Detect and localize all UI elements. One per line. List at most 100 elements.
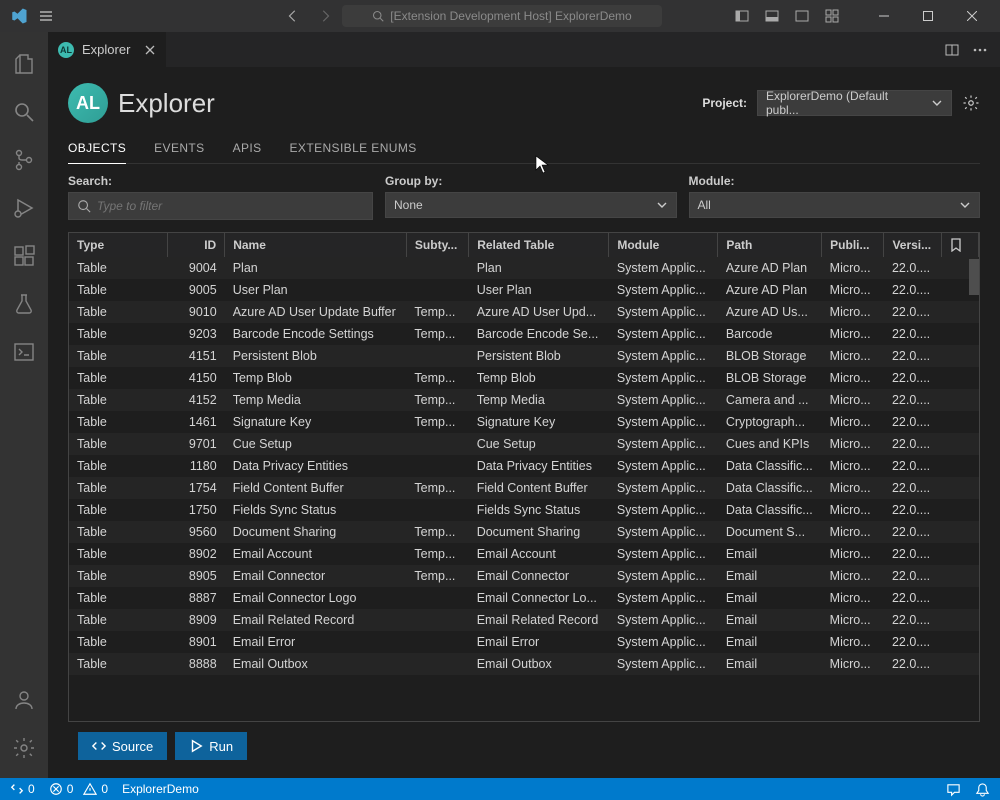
feedback-icon[interactable]: [946, 782, 961, 797]
project-settings-icon[interactable]: [962, 94, 980, 112]
table-row[interactable]: Table1754Field Content BufferTemp...Fiel…: [69, 477, 979, 499]
search-box[interactable]: [68, 192, 373, 220]
status-project[interactable]: ExplorerDemo: [122, 782, 199, 796]
table-row[interactable]: Table1750Fields Sync StatusFields Sync S…: [69, 499, 979, 521]
code-icon: [92, 739, 106, 753]
chevron-down-icon: [656, 199, 668, 211]
module-value: All: [698, 198, 711, 212]
table-row[interactable]: Table1180Data Privacy EntitiesData Priva…: [69, 455, 979, 477]
run-button[interactable]: Run: [175, 732, 247, 760]
titlebar: [Extension Development Host] ExplorerDem…: [0, 0, 1000, 32]
split-editor-icon[interactable]: [944, 42, 960, 58]
table-row[interactable]: Table9701Cue SetupCue SetupSystem Applic…: [69, 433, 979, 455]
remote-indicator[interactable]: 0: [10, 782, 35, 796]
titlebar-search-text: [Extension Development Host] ExplorerDem…: [390, 9, 631, 23]
col-publisher[interactable]: Publi...: [822, 233, 884, 257]
groupby-dropdown[interactable]: None: [385, 192, 677, 218]
project-dropdown[interactable]: ExplorerDemo (Default publ...: [757, 90, 952, 116]
tab-enums[interactable]: EXTENSIBLE ENUMS: [290, 141, 417, 163]
accounts-icon[interactable]: [0, 676, 48, 724]
al-badge-small-icon: AL: [58, 42, 74, 58]
vscode-logo-icon: [10, 7, 28, 25]
project-label: Project:: [702, 96, 747, 110]
col-version[interactable]: Versi...: [884, 233, 941, 257]
module-dropdown[interactable]: All: [689, 192, 981, 218]
notifications-icon[interactable]: [975, 782, 990, 797]
close-tab-icon[interactable]: [144, 44, 156, 56]
table-row[interactable]: Table8901Email ErrorEmail ErrorSystem Ap…: [69, 631, 979, 653]
table-row[interactable]: Table1461Signature KeyTemp...Signature K…: [69, 411, 979, 433]
search-field-icon: [77, 199, 91, 213]
terminal-icon[interactable]: [0, 328, 48, 376]
run-button-label: Run: [209, 739, 233, 754]
layout-panel-icon[interactable]: [764, 8, 780, 24]
more-actions-icon[interactable]: [972, 42, 988, 58]
table-row[interactable]: Table4152Temp MediaTemp...Temp MediaSyst…: [69, 389, 979, 411]
table-row[interactable]: Table9203Barcode Encode SettingsTemp...B…: [69, 323, 979, 345]
nav-forward-icon[interactable]: [318, 9, 332, 23]
table-row[interactable]: Table4151Persistent BlobPersistent BlobS…: [69, 345, 979, 367]
tab-objects[interactable]: OBJECTS: [68, 141, 126, 164]
nav-back-icon[interactable]: [286, 9, 300, 23]
titlebar-search[interactable]: [Extension Development Host] ExplorerDem…: [342, 5, 662, 27]
groupby-label: Group by:: [385, 174, 677, 188]
col-module[interactable]: Module: [609, 233, 718, 257]
extensions-icon[interactable]: [0, 232, 48, 280]
layout-sidebar-right-icon[interactable]: [794, 8, 810, 24]
problems-indicator[interactable]: 0 0: [49, 782, 108, 796]
activity-bar: [0, 32, 48, 778]
col-name[interactable]: Name: [225, 233, 407, 257]
source-control-icon[interactable]: [0, 136, 48, 184]
tab-events[interactable]: EVENTS: [154, 141, 204, 163]
page-title: Explorer: [118, 88, 215, 119]
tab-apis[interactable]: APIS: [233, 141, 262, 163]
layout-sidebar-left-icon[interactable]: [734, 8, 750, 24]
layout-customize-icon[interactable]: [824, 8, 840, 24]
menu-icon[interactable]: [38, 8, 54, 24]
tab-label: Explorer: [82, 42, 130, 57]
table-scrollbar[interactable]: [969, 233, 979, 721]
play-icon: [189, 739, 203, 753]
table-row[interactable]: Table9004PlanPlanSystem Applic...Azure A…: [69, 257, 979, 279]
window-minimize-button[interactable]: [862, 0, 906, 32]
table-row[interactable]: Table8902Email AccountTemp...Email Accou…: [69, 543, 979, 565]
chevron-down-icon: [931, 97, 943, 109]
col-type[interactable]: Type: [69, 233, 168, 257]
table-row[interactable]: Table8887Email Connector LogoEmail Conne…: [69, 587, 979, 609]
testing-icon[interactable]: [0, 280, 48, 328]
col-id[interactable]: ID: [168, 233, 225, 257]
source-button-label: Source: [112, 739, 153, 754]
nav-arrows: [286, 9, 332, 23]
search-activity-icon[interactable]: [0, 88, 48, 136]
module-label: Module:: [689, 174, 981, 188]
editor-tabbar: AL Explorer: [48, 32, 1000, 67]
source-button[interactable]: Source: [78, 732, 167, 760]
window-close-button[interactable]: [950, 0, 994, 32]
col-path[interactable]: Path: [718, 233, 822, 257]
statusbar: 0 0 0 ExplorerDemo: [0, 778, 1000, 800]
search-input[interactable]: [97, 199, 364, 213]
settings-icon[interactable]: [0, 724, 48, 772]
explorer-icon[interactable]: [0, 40, 48, 88]
col-subtype[interactable]: Subty...: [406, 233, 468, 257]
run-debug-icon[interactable]: [0, 184, 48, 232]
table-row[interactable]: Table8888Email OutboxEmail OutboxSystem …: [69, 653, 979, 675]
search-icon: [372, 10, 384, 22]
window-maximize-button[interactable]: [906, 0, 950, 32]
table-row[interactable]: Table9560Document SharingTemp...Document…: [69, 521, 979, 543]
content-tabs: OBJECTS EVENTS APIS EXTENSIBLE ENUMS: [68, 141, 980, 164]
scrollbar-thumb[interactable]: [969, 259, 979, 295]
table-row[interactable]: Table8905Email ConnectorTemp...Email Con…: [69, 565, 979, 587]
table-row[interactable]: Table9005User PlanUser PlanSystem Applic…: [69, 279, 979, 301]
table-row[interactable]: Table4150Temp BlobTemp...Temp BlobSystem…: [69, 367, 979, 389]
al-badge-large-icon: AL: [68, 83, 108, 123]
table-row[interactable]: Table9010Azure AD User Update BufferTemp…: [69, 301, 979, 323]
content-area: AL Explorer Project: ExplorerDemo (Defau…: [48, 67, 1000, 778]
table-header-row: Type ID Name Subty... Related Table Modu…: [69, 233, 979, 257]
groupby-value: None: [394, 198, 423, 212]
col-related[interactable]: Related Table: [469, 233, 609, 257]
objects-table[interactable]: Type ID Name Subty... Related Table Modu…: [68, 232, 980, 722]
table-row[interactable]: Table8909Email Related RecordEmail Relat…: [69, 609, 979, 631]
editor-tab-explorer[interactable]: AL Explorer: [48, 32, 167, 67]
chevron-down-icon: [959, 199, 971, 211]
